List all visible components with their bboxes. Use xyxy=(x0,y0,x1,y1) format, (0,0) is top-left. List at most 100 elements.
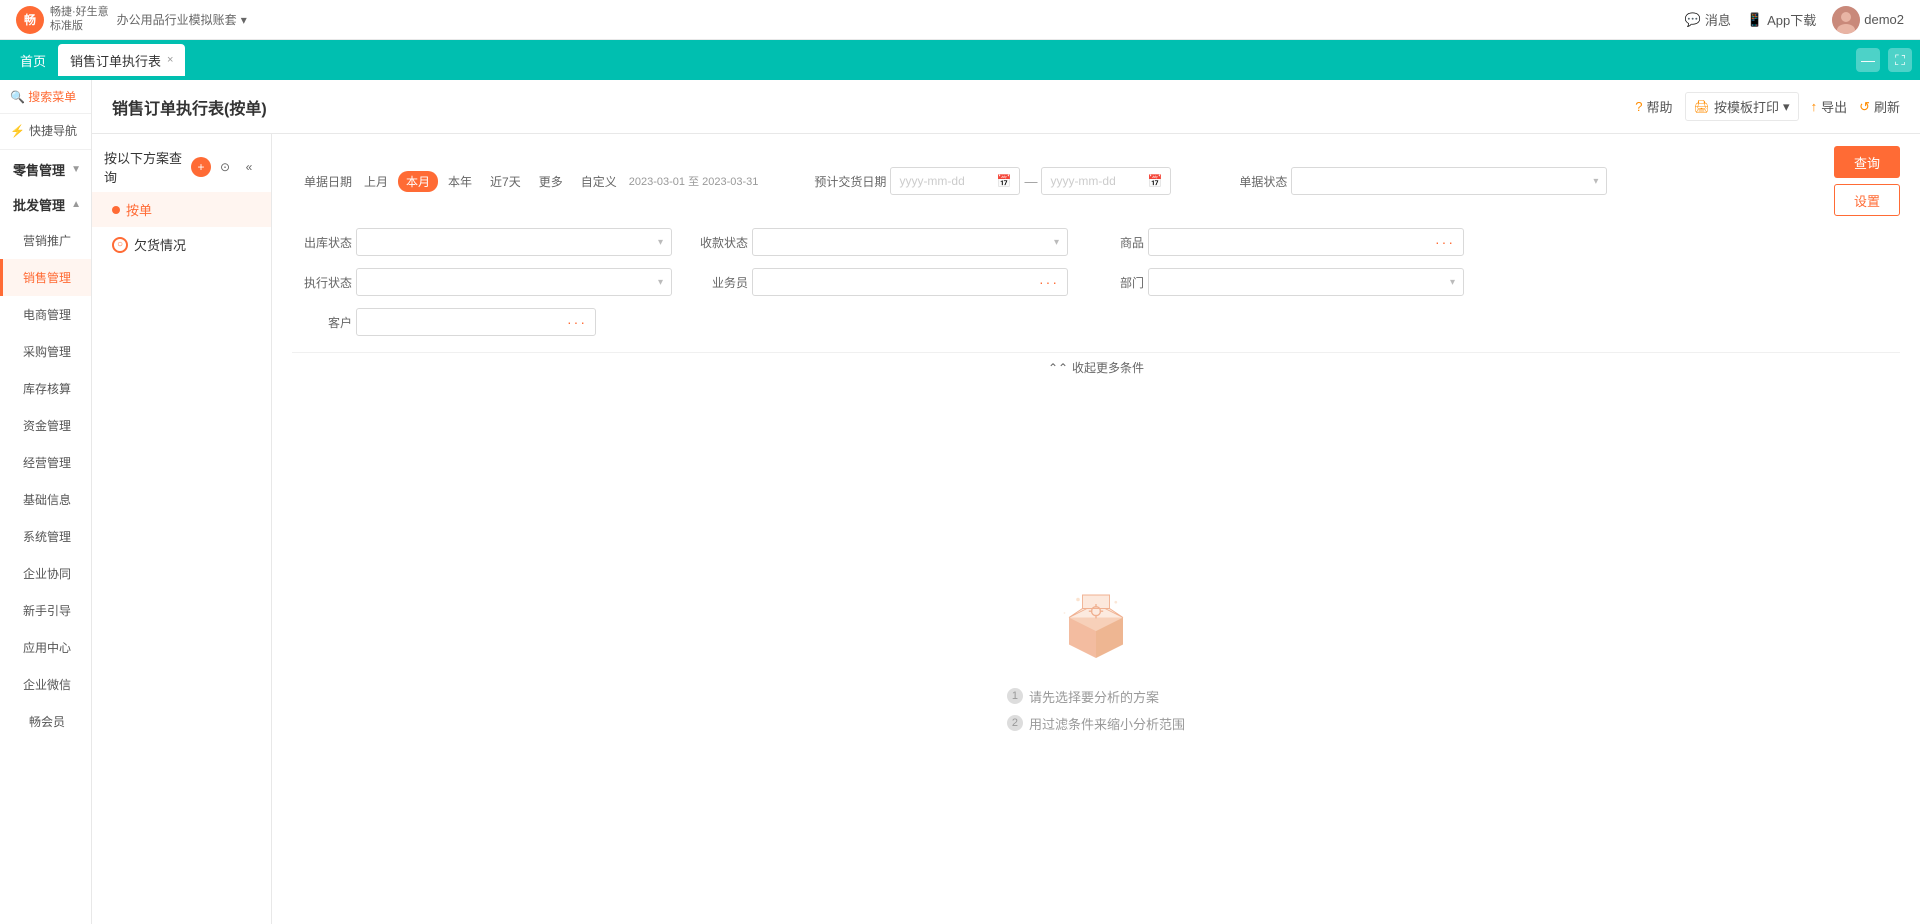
main-layout: 🔍 搜索菜单 ⚡快捷导航 零售管理 ▼ 批发管理 ▲ 营销推广 销售管理 电商管… xyxy=(0,80,1920,924)
filter-dept: 部门 ▾ xyxy=(1084,268,1464,296)
tab-home[interactable]: 首页 xyxy=(8,44,58,76)
calendar-icon-end: 📅 xyxy=(1147,174,1162,188)
date-tab-more[interactable]: 更多 xyxy=(531,171,571,192)
filter-row-3: 执行状态 ▾ 业务员 ··· xyxy=(292,268,1900,296)
phone-icon: 📱 xyxy=(1747,12,1763,28)
calendar-icon: 📅 xyxy=(996,174,1011,188)
content-area: 销售订单执行表(按单) ? 帮助 🖨 按模板打印 ▾ ↑ 导出 ↺ 刷新 xyxy=(92,80,1920,924)
status-select[interactable]: ▾ xyxy=(1291,167,1607,195)
filter-row-2: 出库状态 ▾ 收款状态 ▾ xyxy=(292,228,1900,256)
salesperson-select[interactable]: ··· xyxy=(752,268,1068,296)
tab-maximize-button[interactable]: ⛶ xyxy=(1888,48,1912,72)
set-button[interactable]: 设置 xyxy=(1834,184,1900,216)
delivery-status-select[interactable]: ▾ xyxy=(356,228,672,256)
sidebar-item-operations[interactable]: 经营管理 xyxy=(0,444,91,481)
tab-minimize-button[interactable]: — xyxy=(1856,48,1880,72)
sidebar-item-newbie[interactable]: 新手引导 xyxy=(0,592,91,629)
collection-arrow-icon: ▾ xyxy=(1054,237,1059,248)
scheme-actions: + ⊙ « xyxy=(191,157,259,177)
sidebar-item-inventory[interactable]: 库存核算 xyxy=(0,370,91,407)
tab-close-icon[interactable]: × xyxy=(167,54,173,66)
date-tab-this-year[interactable]: 本年 xyxy=(440,171,480,192)
sidebar-item-appstore[interactable]: 应用中心 xyxy=(0,629,91,666)
logo-icon: 畅 xyxy=(16,6,44,34)
sidebar-item-retail-header[interactable]: 零售管理 ▼ xyxy=(0,152,91,187)
filter-salesperson: 业务员 ··· xyxy=(688,268,1068,296)
sidebar-quick-nav[interactable]: ⚡快捷导航 xyxy=(0,114,91,147)
app-download-button[interactable]: 📱 App下载 xyxy=(1747,10,1816,29)
salesperson-dots-icon[interactable]: ··· xyxy=(1039,274,1059,290)
exec-status-select[interactable]: ▾ xyxy=(356,268,672,296)
print-icon: 🖨 xyxy=(1694,99,1711,115)
help-icon: ? xyxy=(1635,99,1642,114)
sidebar-item-sales[interactable]: 销售管理 xyxy=(0,259,91,296)
sidebar-item-enterprise[interactable]: 企业协同 xyxy=(0,555,91,592)
date-tab-custom[interactable]: 自定义 xyxy=(573,171,625,192)
page-header: 销售订单执行表(按单) ? 帮助 🖨 按模板打印 ▾ ↑ 导出 ↺ 刷新 xyxy=(92,80,1920,134)
sidebar-item-system[interactable]: 系统管理 xyxy=(0,518,91,555)
sidebar-item-marketing[interactable]: 营销推广 xyxy=(0,222,91,259)
exec-arrow-icon: ▾ xyxy=(658,277,663,288)
breadcrumb[interactable]: 办公用品行业模拟账套 ▾ xyxy=(117,11,247,28)
chevron-up-icon: ▲ xyxy=(71,199,81,210)
edit-scheme-button[interactable]: ⊙ xyxy=(215,157,235,177)
filter-exec-status: 执行状态 ▾ xyxy=(292,268,672,296)
page-header-actions: ? 帮助 🖨 按模板打印 ▾ ↑ 导出 ↺ 刷新 xyxy=(1635,92,1900,133)
filter-panel: 单据日期 上月 本月 本年 近7天 更多 自定义 2023-03-01 至 20… xyxy=(272,134,1920,394)
logo-area: 畅 畅捷·好生意 标准版 xyxy=(16,6,109,34)
tab-active[interactable]: 销售订单执行表 × xyxy=(58,44,185,76)
print-button[interactable]: 🖨 按模板打印 ▾ xyxy=(1685,92,1799,121)
collapse-scheme-button[interactable]: « xyxy=(239,157,259,177)
empty-hint-2: 2 用过滤条件来缩小分析范围 xyxy=(1007,714,1185,733)
chevron-down-icon: ▼ xyxy=(71,164,81,175)
delivery-arrow-icon: ▾ xyxy=(658,237,663,248)
logo-text: 畅捷·好生意 标准版 xyxy=(50,6,109,32)
help-button[interactable]: ? 帮助 xyxy=(1635,97,1672,116)
scheme-item-shortage[interactable]: ○ 欠货情况 xyxy=(92,227,271,262)
export-button[interactable]: ↑ 导出 xyxy=(1811,97,1848,116)
collapse-filter-button[interactable]: ⌃⌃ 收起更多条件 xyxy=(292,352,1900,382)
sidebar-item-wechat[interactable]: 企业微信 xyxy=(0,666,91,703)
user-menu[interactable]: demo2 xyxy=(1832,6,1904,34)
date-tabs: 上月 本月 本年 近7天 更多 自定义 xyxy=(356,171,625,192)
filter-collection-status: 收款状态 ▾ xyxy=(688,228,1068,256)
hint-num-2: 2 xyxy=(1007,715,1023,731)
filter-delivery-status: 出库状态 ▾ xyxy=(292,228,672,256)
goods-select[interactable]: ··· xyxy=(1148,228,1464,256)
sidebar-item-purchase[interactable]: 采购管理 xyxy=(0,333,91,370)
query-button[interactable]: 查询 xyxy=(1834,146,1900,178)
collection-status-select[interactable]: ▾ xyxy=(752,228,1068,256)
empty-text: 1 请先选择要分析的方案 2 用过滤条件来缩小分析范围 xyxy=(1007,687,1185,741)
scheme-item-by-order[interactable]: 按单 xyxy=(92,192,271,227)
avatar xyxy=(1832,6,1860,34)
filter-expected-date: 预计交货日期 yyyy-mm-dd 📅 — yyyy-mm-dd 📅 xyxy=(814,167,1171,195)
dept-select[interactable]: ▾ xyxy=(1148,268,1464,296)
sidebar-divider xyxy=(0,149,91,150)
date-tab-this-month[interactable]: 本月 xyxy=(398,171,438,192)
status-select-arrow-icon: ▾ xyxy=(1593,176,1598,187)
date-tab-last-month[interactable]: 上月 xyxy=(356,171,396,192)
page-title: 销售订单执行表(按单) xyxy=(112,95,267,131)
refresh-button[interactable]: ↺ 刷新 xyxy=(1859,97,1900,116)
empty-illustration xyxy=(1051,577,1141,667)
message-button[interactable]: 💬 消息 xyxy=(1685,10,1731,29)
sidebar-item-finance[interactable]: 资金管理 xyxy=(0,407,91,444)
customer-select[interactable]: ··· xyxy=(356,308,596,336)
print-arrow-icon: ▾ xyxy=(1783,99,1790,115)
date-end-input[interactable]: yyyy-mm-dd 📅 xyxy=(1041,167,1171,195)
sidebar-search[interactable]: 🔍 搜索菜单 xyxy=(0,80,91,114)
customer-dots-icon[interactable]: ··· xyxy=(567,314,587,330)
filter-goods: 商品 ··· xyxy=(1084,228,1464,256)
date-start-input[interactable]: yyyy-mm-dd 📅 xyxy=(890,167,1020,195)
data-area: 1 请先选择要分析的方案 2 用过滤条件来缩小分析范围 xyxy=(272,394,1920,924)
sidebar-item-member[interactable]: 畅会员 xyxy=(0,703,91,740)
sidebar-item-ecommerce[interactable]: 电商管理 xyxy=(0,296,91,333)
date-tab-last-7-days[interactable]: 近7天 xyxy=(482,171,529,192)
sidebar-item-wholesale-header[interactable]: 批发管理 ▲ xyxy=(0,187,91,222)
filter-date: 单据日期 上月 本月 本年 近7天 更多 自定义 2023-03-01 至 20… xyxy=(292,171,758,192)
top-bar-left: 畅 畅捷·好生意 标准版 办公用品行业模拟账套 ▾ xyxy=(16,6,247,34)
hint-num-1: 1 xyxy=(1007,688,1023,704)
add-scheme-button[interactable]: + xyxy=(191,157,211,177)
goods-dots-icon[interactable]: ··· xyxy=(1435,234,1455,250)
sidebar-item-basics[interactable]: 基础信息 xyxy=(0,481,91,518)
